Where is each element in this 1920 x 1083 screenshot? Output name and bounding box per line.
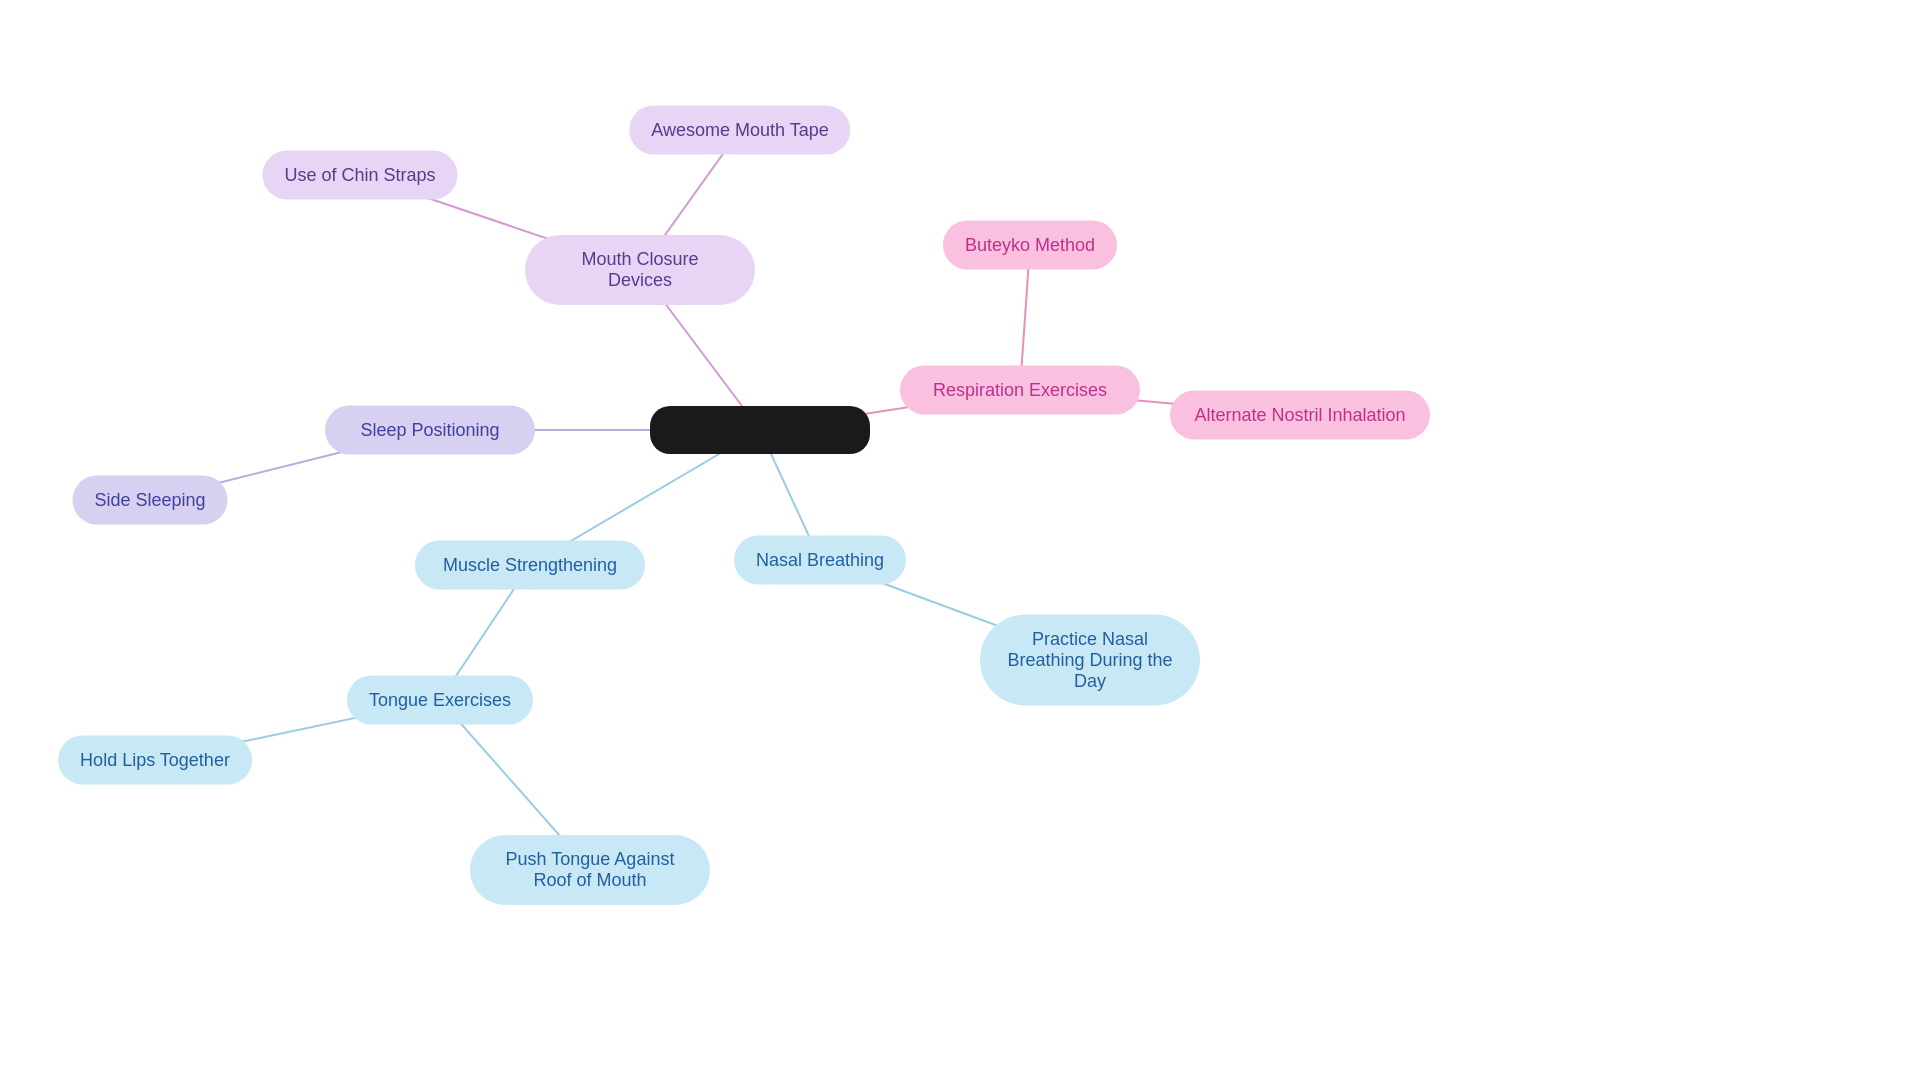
node-label-sleep-positioning: Sleep Positioning: [360, 420, 499, 441]
node-label-alt-nostril: Alternate Nostril Inhalation: [1194, 405, 1405, 426]
node-mouth-closure[interactable]: Mouth Closure Devices: [525, 235, 755, 305]
node-label-respiration: Respiration Exercises: [933, 380, 1107, 401]
node-label-practice-nasal: Practice Nasal Breathing During the Day: [1002, 629, 1178, 692]
node-hold-lips[interactable]: Hold Lips Together: [58, 736, 252, 785]
node-tongue-ex[interactable]: Tongue Exercises: [347, 676, 533, 725]
node-label-chin-straps: Use of Chin Straps: [284, 165, 435, 186]
node-label-push-tongue: Push Tongue Against Roof of Mouth: [492, 849, 688, 891]
node-push-tongue[interactable]: Push Tongue Against Roof of Mouth: [470, 835, 710, 905]
node-sleep-positioning[interactable]: Sleep Positioning: [325, 406, 535, 455]
node-alt-nostril[interactable]: Alternate Nostril Inhalation: [1170, 391, 1430, 440]
node-label-mouth-tape: Awesome Mouth Tape: [651, 120, 828, 141]
node-label-buteyko: Buteyko Method: [965, 235, 1095, 256]
node-side-sleeping[interactable]: Side Sleeping: [72, 476, 227, 525]
node-label-tongue-ex: Tongue Exercises: [369, 690, 511, 711]
node-label-muscle: Muscle Strengthening: [443, 555, 617, 576]
node-label-nasal: Nasal Breathing: [756, 550, 884, 571]
node-buteyko[interactable]: Buteyko Method: [943, 221, 1117, 270]
node-label-side-sleeping: Side Sleeping: [94, 490, 205, 511]
center-node[interactable]: [650, 406, 870, 454]
node-nasal[interactable]: Nasal Breathing: [734, 536, 906, 585]
mindmap-container: Mouth Closure Devices Use of Chin Straps A…: [0, 0, 1920, 1083]
node-label-hold-lips: Hold Lips Together: [80, 750, 230, 771]
node-muscle[interactable]: Muscle Strengthening: [415, 541, 645, 590]
node-chin-straps[interactable]: Use of Chin Straps: [262, 151, 457, 200]
node-mouth-tape[interactable]: Awesome Mouth Tape: [629, 106, 850, 155]
node-respiration[interactable]: Respiration Exercises: [900, 366, 1140, 415]
node-practice-nasal[interactable]: Practice Nasal Breathing During the Day: [980, 615, 1200, 706]
node-label-mouth-closure: Mouth Closure Devices: [547, 249, 733, 291]
